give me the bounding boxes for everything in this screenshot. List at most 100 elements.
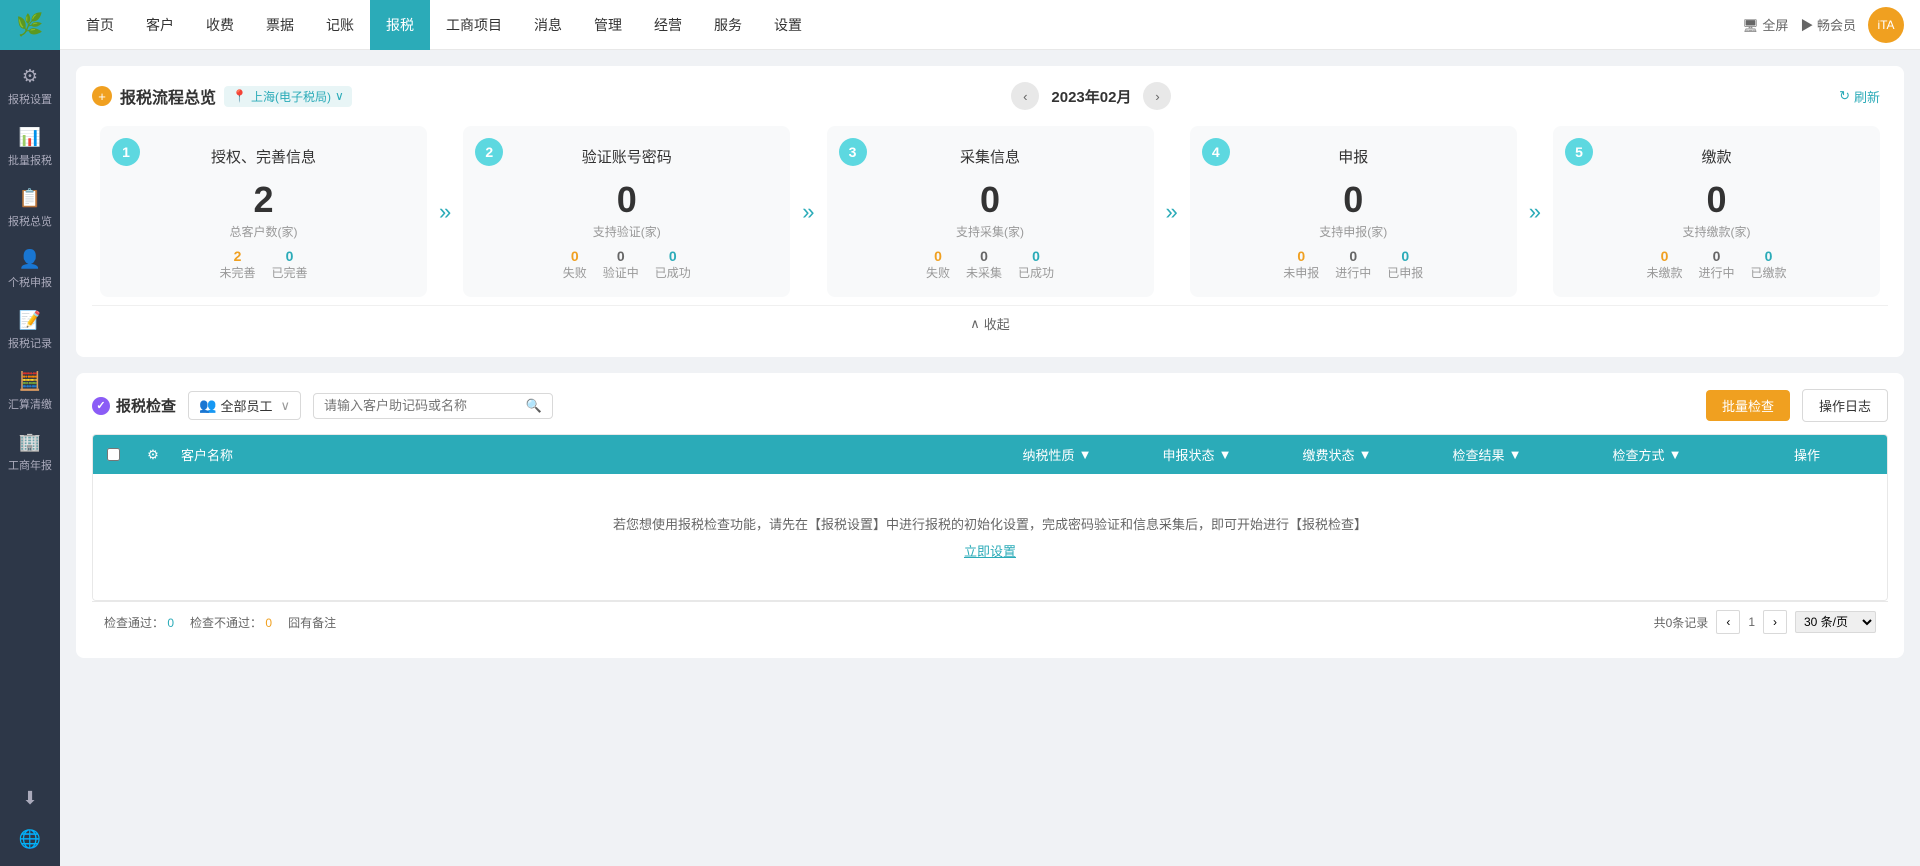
sidebar-item-download[interactable]: ⬇	[2, 780, 58, 817]
location-text: 上海(电子税局)	[251, 88, 331, 105]
collapse-btn[interactable]: ∧ 收起	[970, 314, 1010, 333]
nav-fee[interactable]: 收费	[190, 0, 250, 50]
page-size-select[interactable]: 30 条/页 50 条/页 100 条/页	[1795, 611, 1876, 633]
flow-step-3: 3 采集信息 0 支持采集(家) 0 失败 0 未采集	[827, 126, 1154, 297]
th-check-method[interactable]: 检查方式 ▼	[1567, 435, 1727, 474]
refresh-btn[interactable]: ↻ 刷新	[1831, 83, 1888, 110]
staff-select[interactable]: 👥 全部员工 ∨	[188, 391, 301, 420]
next-page-btn[interactable]: ›	[1763, 610, 1787, 634]
footer-right: 共0条记录 ‹ 1 › 30 条/页 50 条/页 100 条/页	[1654, 610, 1876, 634]
staff-icon: 👥	[199, 397, 216, 414]
nav-right: 🖥 全屏 ▶ 畅会员 iTA	[1742, 7, 1920, 43]
flow-steps: 1 授权、完善信息 2 总客户数(家) 2 未完善 0 已完善	[92, 126, 1888, 297]
nav-message[interactable]: 消息	[518, 0, 578, 50]
individual-tax-icon: 👤	[19, 249, 41, 270]
prev-page-btn[interactable]: ‹	[1716, 610, 1740, 634]
sidebar-item-tax-settings[interactable]: ⚙ 报税设置	[2, 58, 58, 115]
th-gear[interactable]: ⚙	[133, 435, 173, 474]
chevron-down-icon: ∨	[280, 398, 290, 414]
step-stat-4-1: 0 进行中	[1335, 248, 1371, 281]
overview-add-icon[interactable]: +	[92, 86, 112, 106]
total-label: 共0条记录	[1654, 614, 1709, 631]
nav-tax[interactable]: 报税	[370, 0, 430, 50]
arrow-3: »	[1162, 199, 1182, 225]
step-stats-1: 2 未完善 0 已完善	[219, 248, 307, 281]
batch-tax-icon: 📊	[19, 127, 41, 148]
location-icon: 📍	[232, 89, 247, 103]
step-stat-2-1: 0 验证中	[603, 248, 639, 281]
globe-icon: 🌐	[19, 829, 41, 850]
top-nav: 🌿 首页 客户 收费 票据 记账 报税 工商项目 消息 管理 经营 服务 设置 …	[0, 0, 1920, 50]
sidebar-item-individual-tax[interactable]: 👤 个税申报	[2, 241, 58, 298]
th-check-result[interactable]: 检查结果 ▼	[1407, 435, 1567, 474]
filter-icon-pay: ▼	[1359, 447, 1372, 462]
arrow-1: »	[435, 199, 455, 225]
settlement-icon: 🧮	[19, 371, 41, 392]
step-count-1: 2	[253, 179, 273, 221]
avatar[interactable]: iTA	[1868, 7, 1904, 43]
tax-check-table: ⚙ 客户名称 纳税性质 ▼ 申报状态 ▼ 缴费状态 ▼ 检	[92, 434, 1888, 601]
step-title-1: 授权、完善信息	[211, 146, 316, 167]
step-stat-3-1: 0 未采集	[966, 248, 1002, 281]
tax-overview-section: + 报税流程总览 📍 上海(电子税局) ∨ ‹ 2023年02月 › ↻ 刷新	[76, 66, 1904, 357]
step-stat-5-0: 0 未缴款	[1646, 248, 1682, 281]
sidebar: ⚙ 报税设置 📊 批量报税 📋 报税总览 👤 个税申报 📝 报税记录 🧮 汇算清…	[0, 50, 60, 866]
footer-left: 检查通过： 0 检查不通过： 0 囧有备注	[104, 614, 336, 631]
search-input[interactable]	[324, 398, 526, 413]
prev-month-btn[interactable]: ‹	[1011, 82, 1039, 110]
annual-report-icon: 🏢	[19, 432, 41, 453]
flow-step-4: 4 申报 0 支持申报(家) 0 未申报 0 进行中	[1190, 126, 1517, 297]
nav-operation[interactable]: 经营	[638, 0, 698, 50]
step-count-2: 0	[617, 179, 637, 221]
th-pay-status[interactable]: 缴费状态 ▼	[1267, 435, 1407, 474]
table-header: ⚙ 客户名称 纳税性质 ▼ 申报状态 ▼ 缴费状态 ▼ 检	[93, 435, 1887, 474]
nav-home[interactable]: 首页	[70, 0, 130, 50]
step-stats-5: 0 未缴款 0 进行中 0 已缴款	[1646, 248, 1786, 281]
step-stat-3-2: 0 已成功	[1018, 248, 1054, 281]
logo-icon: 🌿	[16, 12, 43, 38]
pass-count[interactable]: 0	[167, 616, 174, 630]
operation-log-btn[interactable]: 操作日志	[1802, 389, 1888, 422]
sidebar-item-annual-report[interactable]: 🏢 工商年报	[2, 424, 58, 481]
nav-settings[interactable]: 设置	[758, 0, 818, 50]
flow-step-2: 2 验证账号密码 0 支持验证(家) 0 失败 0 验证中	[463, 126, 790, 297]
th-tax-nature[interactable]: 纳税性质 ▼	[987, 435, 1127, 474]
next-month-btn[interactable]: ›	[1143, 82, 1171, 110]
nav-service[interactable]: 服务	[698, 0, 758, 50]
sidebar-item-settlement[interactable]: 🧮 汇算清缴	[2, 363, 58, 420]
step-num-3: 3	[839, 138, 867, 166]
nav-accounting[interactable]: 记账	[310, 0, 370, 50]
nav-invoice[interactable]: 票据	[250, 0, 310, 50]
filter-icon-result: ▼	[1509, 447, 1522, 462]
chevron-down-icon: ∨	[335, 89, 344, 103]
empty-message: 若您想使用报税检查功能，请先在【报税设置】中进行报税的初始化设置，完成密码验证和…	[93, 474, 1887, 600]
sidebar-item-globe[interactable]: 🌐	[2, 821, 58, 858]
sidebar-item-batch-tax[interactable]: 📊 批量报税	[2, 119, 58, 176]
nav-manage[interactable]: 管理	[578, 0, 638, 50]
vip-btn[interactable]: ▶ 畅会员	[1800, 15, 1856, 34]
flow-step-1: 1 授权、完善信息 2 总客户数(家) 2 未完善 0 已完善	[100, 126, 427, 297]
location-tag[interactable]: 📍 上海(电子税局) ∨	[224, 86, 352, 107]
batch-check-btn[interactable]: 批量检查	[1706, 390, 1790, 421]
sidebar-item-tax-overview[interactable]: 📋 报税总览	[2, 180, 58, 237]
th-declare-status[interactable]: 申报状态 ▼	[1127, 435, 1267, 474]
sidebar-item-tax-record[interactable]: 📝 报税记录	[2, 302, 58, 359]
nav-business[interactable]: 工商项目	[430, 0, 518, 50]
fail-count[interactable]: 0	[265, 616, 272, 630]
step-count-3: 0	[980, 179, 1000, 221]
fullscreen-btn[interactable]: 🖥 全屏	[1742, 15, 1788, 34]
step-num-1: 1	[112, 138, 140, 166]
th-checkbox[interactable]	[93, 435, 133, 474]
main-content: + 报税流程总览 📍 上海(电子税局) ∨ ‹ 2023年02月 › ↻ 刷新	[60, 50, 1920, 866]
nav-client[interactable]: 客户	[130, 0, 190, 50]
select-all-checkbox[interactable]	[107, 448, 120, 461]
step-subtitle-2: 支持验证(家)	[593, 223, 661, 240]
search-icon[interactable]: 🔍	[526, 398, 542, 414]
step-stats-4: 0 未申报 0 进行中 0 已申报	[1283, 248, 1423, 281]
setting-link[interactable]: 立即设置	[964, 541, 1016, 560]
tax-check-section: ✓ 报税检查 👥 全部员工 ∨ 🔍 批量检查 操作日志	[76, 373, 1904, 658]
step-num-4: 4	[1202, 138, 1230, 166]
search-box: 🔍	[313, 393, 553, 419]
filter-icon-declare: ▼	[1219, 447, 1232, 462]
step-stat-2-2: 0 已成功	[655, 248, 691, 281]
